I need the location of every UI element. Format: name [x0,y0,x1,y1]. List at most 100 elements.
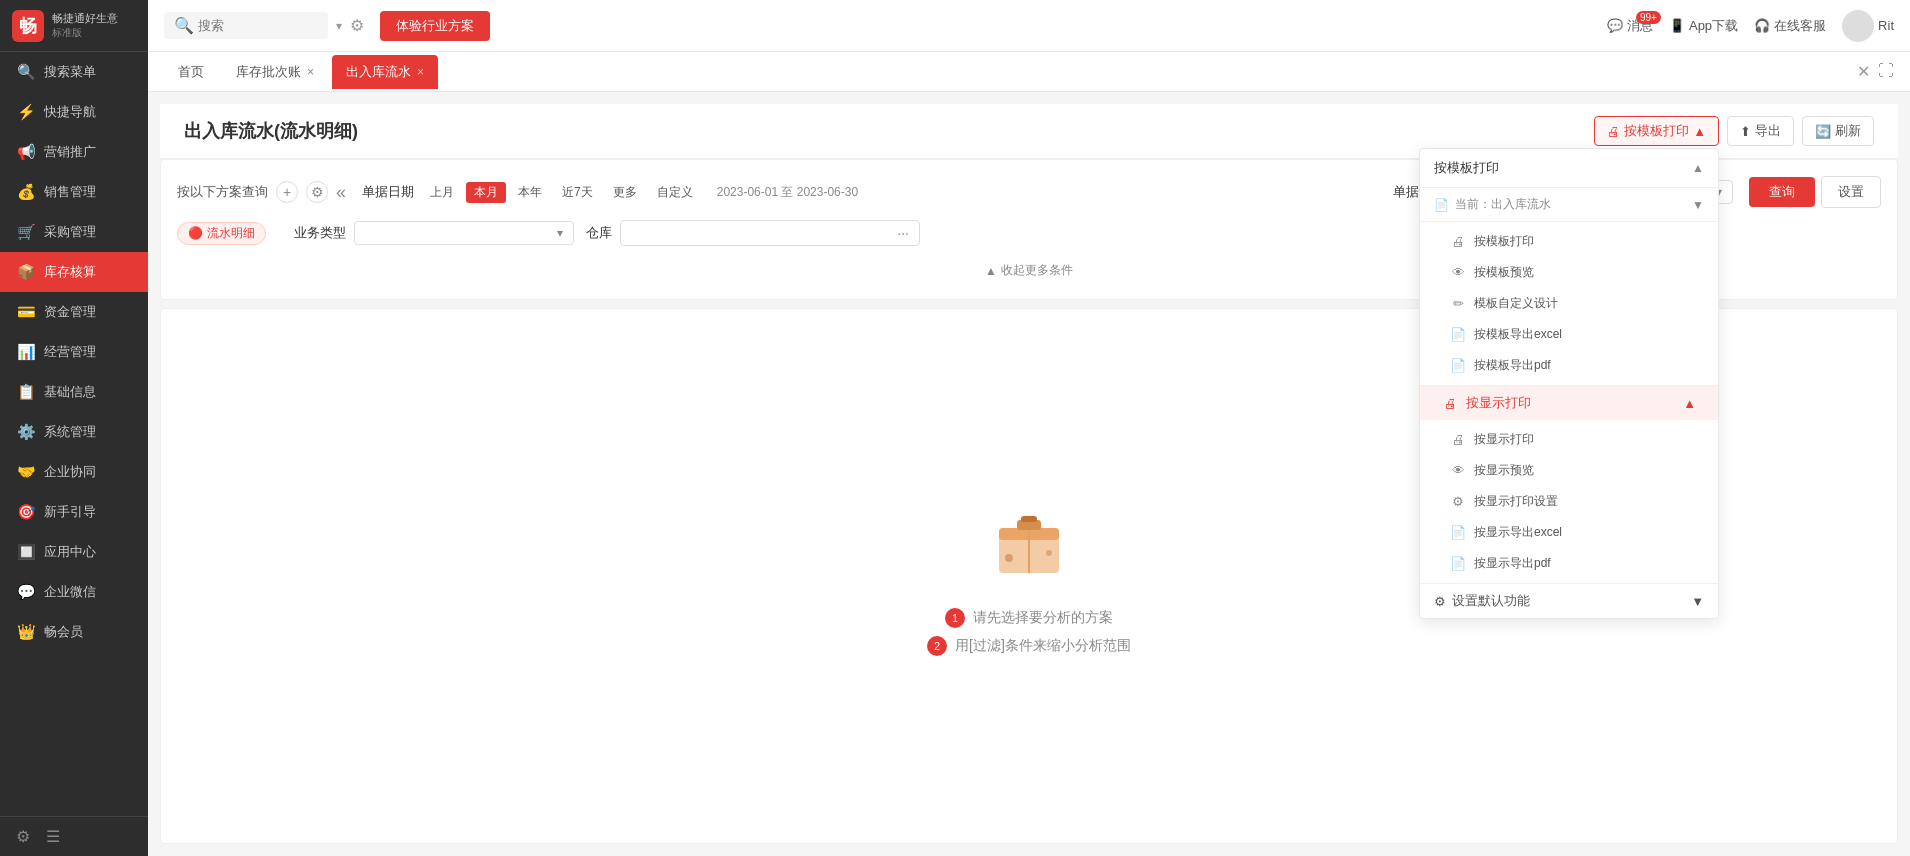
biz-type-select[interactable]: ▾ [354,221,574,245]
logo-icon: 畅 [12,10,44,42]
date-opt-7days[interactable]: 近7天 [554,182,601,203]
date-opt-this-month[interactable]: 本月 [466,182,506,203]
sidebar-item-marketing[interactable]: 📢 营销推广 [0,132,148,172]
quick-nav-icon: ⚡ [16,102,36,122]
sidebar-item-guide[interactable]: 🎯 新手引导 [0,492,148,532]
tab-flow-close[interactable]: × [417,65,424,79]
display-pdf-icon: 📄 [1450,556,1466,572]
template-icon: 📄 [1434,198,1449,212]
date-opt-more[interactable]: 更多 [605,182,645,203]
sidebar-item-member[interactable]: 👑 畅会员 [0,612,148,652]
cooperation-icon: 🤝 [16,462,36,482]
date-range-value: 2023-06-01 至 2023-06-30 [717,184,858,201]
export-btn[interactable]: ⬆ 导出 [1727,116,1794,146]
footer-menu-icon[interactable]: ☰ [46,827,60,846]
sidebar-item-wechat[interactable]: 💬 企业微信 [0,572,148,612]
template-design-label: 模板自定义设计 [1474,295,1558,312]
sidebar-item-finance[interactable]: 💳 资金管理 [0,292,148,332]
window-expand-icon[interactable]: ⛶ [1878,62,1894,81]
date-opt-this-year[interactable]: 本年 [510,182,550,203]
marketing-icon: 📢 [16,142,36,162]
current-template-chevron[interactable]: ▼ [1692,198,1704,212]
window-close-icon[interactable]: ✕ [1857,62,1870,81]
display-settings-icon: ⚙ [1450,494,1466,510]
dropdown-item-display-pdf[interactable]: 📄 按显示导出pdf [1420,548,1718,579]
topbar-search-box[interactable]: 🔍 [164,12,328,39]
dropdown-item-template-design[interactable]: ✏ 模板自定义设计 [1420,288,1718,319]
display-section-chevron-up[interactable]: ▲ [1683,396,1696,411]
query-section: 查询 设置 [1749,176,1881,208]
sidebar-item-purchase[interactable]: 🛒 采购管理 [0,212,148,252]
dropdown-item-display-settings[interactable]: ⚙ 按显示打印设置 [1420,486,1718,517]
print-btn[interactable]: 🖨 按模板打印 ▲ [1594,116,1719,146]
app-logo: 畅 畅捷通好生意 标准版 [0,0,148,52]
date-opt-custom[interactable]: 自定义 [649,182,701,203]
dropdown-close-chevron[interactable]: ▲ [1692,161,1704,175]
warehouse-more-icon[interactable]: ··· [897,225,909,241]
warehouse-label: 仓库 [586,224,612,242]
topbar-chevron-icon[interactable]: ▾ [336,19,342,33]
topbar-gear-icon[interactable]: ⚙ [350,16,364,35]
tab-flow[interactable]: 出入库流水 × [332,55,438,89]
user-group[interactable]: Rit [1842,10,1894,42]
sidebar-item-system[interactable]: ⚙️ 系统管理 [0,412,148,452]
dropdown-item-display-print[interactable]: 🖨 按显示打印 [1420,424,1718,455]
dropdown-item-template-print[interactable]: 🖨 按模板打印 [1420,226,1718,257]
display-excel-label: 按显示导出excel [1474,524,1562,541]
page-header: 出入库流水(流水明细) 🖨 按模板打印 ▲ 按模板打印 ▲ [160,104,1898,159]
sidebar-item-search[interactable]: 🔍 搜索菜单 [0,52,148,92]
dropdown-item-display-excel[interactable]: 📄 按显示导出excel [1420,517,1718,548]
dropdown-item-template-pdf[interactable]: 📄 按模板导出pdf [1420,350,1718,381]
sidebar-label-guide: 新手引导 [44,503,96,521]
biz-type-field: 业务类型 ▾ [294,221,574,245]
filter-settings-btn[interactable]: ⚙ [306,181,328,203]
app-center-icon: 🔲 [16,542,36,562]
sidebar-item-operation[interactable]: 📊 经营管理 [0,332,148,372]
filter-collapse-icon[interactable]: « [336,182,346,203]
print-btn-chevron-up: ▲ [1693,124,1706,139]
dropdown-item-template-preview[interactable]: 👁 按模板预览 [1420,257,1718,288]
warehouse-select[interactable]: ··· [620,220,920,246]
tab-batch-account[interactable]: 库存批次账 × [222,55,328,89]
filter-add-btn[interactable]: + [276,181,298,203]
service-group[interactable]: 🎧 在线客服 [1754,17,1826,35]
refresh-btn[interactable]: 🔄 刷新 [1802,116,1874,146]
template-design-icon: ✏ [1450,296,1466,312]
filter-tag-icon: 🔴 [188,226,203,240]
sidebar-label-purchase: 采购管理 [44,223,96,241]
template-excel-icon: 📄 [1450,327,1466,343]
tab-home[interactable]: 首页 [164,55,218,89]
search-input[interactable] [198,18,318,33]
sidebar-label-wechat: 企业微信 [44,583,96,601]
footer-chevron[interactable]: ▼ [1691,594,1704,609]
dropdown-item-display-preview[interactable]: 👁 按显示预览 [1420,455,1718,486]
settings-btn[interactable]: 设置 [1821,176,1881,208]
sidebar-item-basic[interactable]: 📋 基础信息 [0,372,148,412]
date-opt-last-month[interactable]: 上月 [422,182,462,203]
sidebar: 畅 畅捷通好生意 标准版 🔍 搜索菜单 ⚡ 快捷导航 📢 营销推广 💰 销售管理… [0,0,148,856]
sidebar-item-quick-nav[interactable]: ⚡ 快捷导航 [0,92,148,132]
dropdown-item-template-excel[interactable]: 📄 按模板导出excel [1420,319,1718,350]
display-preview-label: 按显示预览 [1474,462,1534,479]
filter-tag[interactable]: 🔴 流水明细 [177,222,266,245]
query-btn[interactable]: 查询 [1749,177,1815,207]
display-print-label: 按显示打印 [1474,431,1534,448]
sidebar-item-inventory[interactable]: 📦 库存核算 [0,252,148,292]
sidebar-label-marketing: 营销推广 [44,143,96,161]
purchase-icon: 🛒 [16,222,36,242]
sidebar-label-app-center: 应用中心 [44,543,96,561]
sidebar-item-app-center[interactable]: 🔲 应用中心 [0,532,148,572]
printer-icon: 🖨 [1607,124,1620,139]
app-download-group[interactable]: 📱 App下载 [1669,17,1738,35]
sidebar-item-sales[interactable]: 💰 销售管理 [0,172,148,212]
tab-batch-close[interactable]: × [307,65,314,79]
filter-tag-label: 流水明细 [207,225,255,242]
collapse-label: 收起更多条件 [1001,262,1073,279]
display-print-icon: 🖨 [1450,432,1466,448]
footer-settings-icon[interactable]: ⚙ [16,827,30,846]
message-group[interactable]: 💬 消息 99+ [1607,17,1653,35]
dropdown-section2-header[interactable]: 🖨 按显示打印 ▲ [1420,386,1718,420]
sidebar-item-cooperation[interactable]: 🤝 企业协同 [0,452,148,492]
dropdown-footer[interactable]: ⚙ 设置默认功能 ▼ [1420,584,1718,618]
industry-btn[interactable]: 体验行业方案 [380,11,490,41]
